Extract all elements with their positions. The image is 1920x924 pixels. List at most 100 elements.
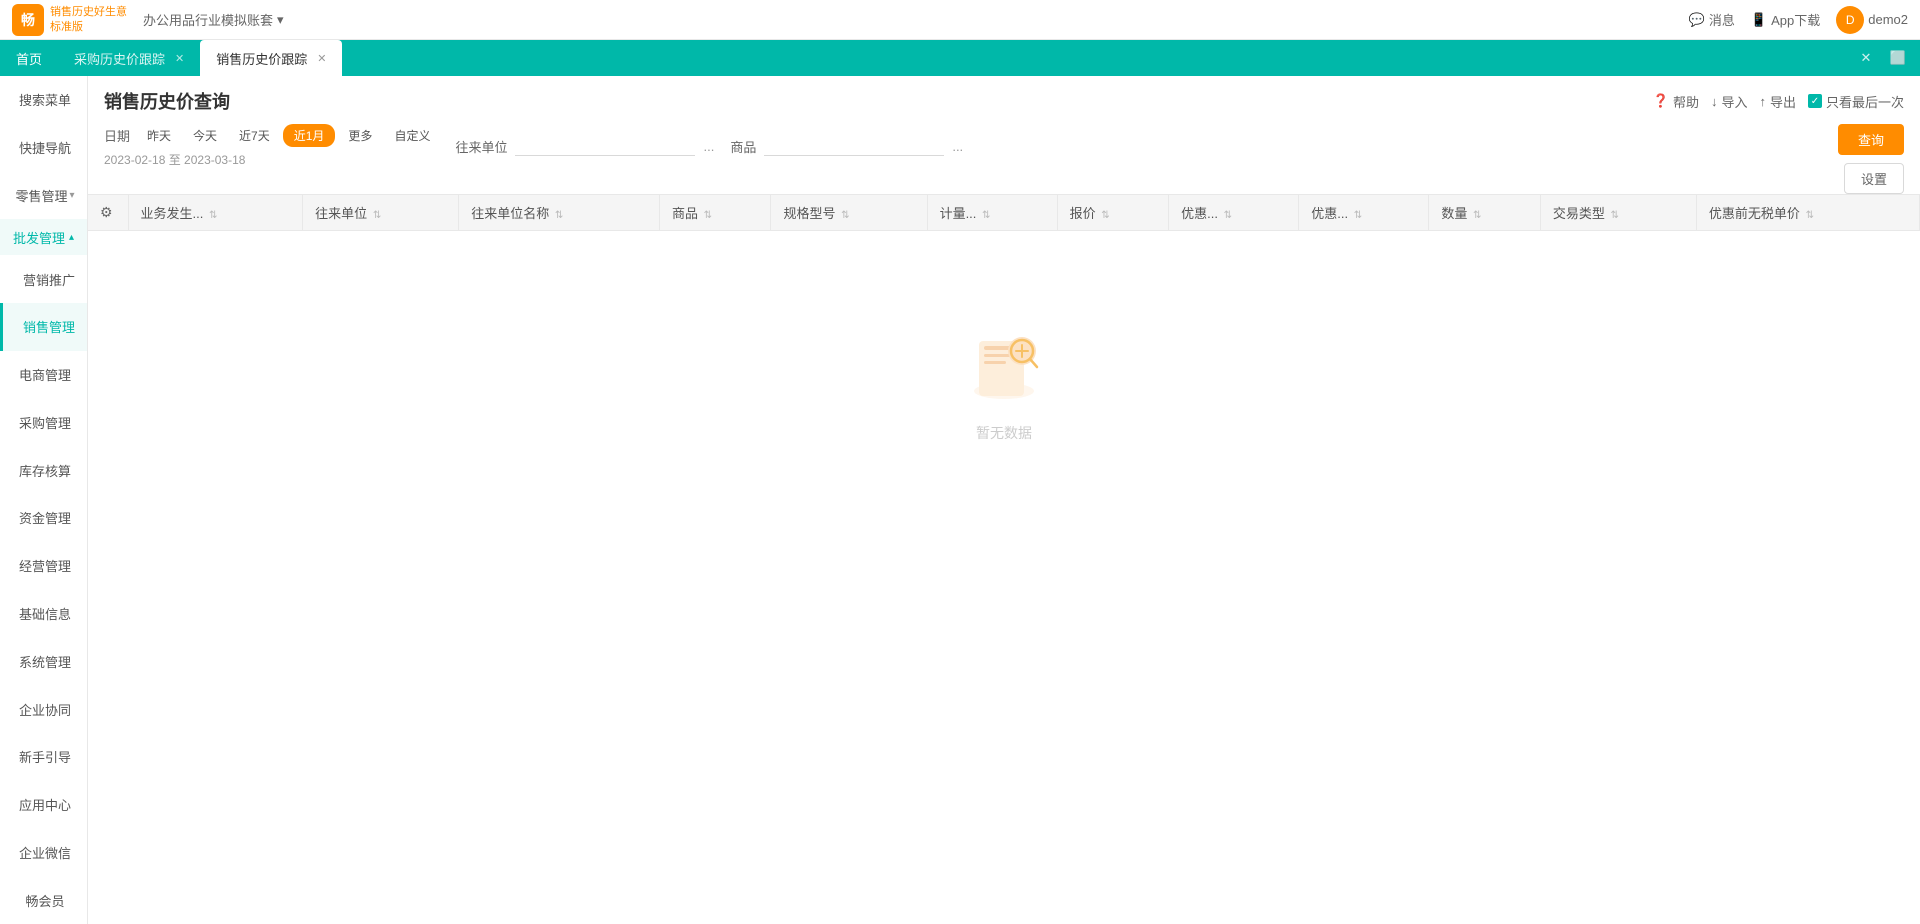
date-btn-custom[interactable]: 自定义 <box>385 124 439 147</box>
th-unit: 计量... ⇅ <box>927 195 1057 231</box>
top-bar-left: 畅 销售历史好生意 标准版 办公用品行业模拟账套 ▾ <box>12 4 292 36</box>
tab-sales[interactable]: 销售历史价跟踪 ✕ <box>200 40 342 76</box>
avatar: D <box>1836 6 1864 34</box>
partner-picker-btn[interactable]: ... <box>703 139 714 154</box>
sidebar-item-operations[interactable]: 经营管理 <box>0 542 87 590</box>
tab-sales-close[interactable]: ✕ <box>317 52 326 65</box>
help-button[interactable]: ❓ 帮助 <box>1653 92 1699 111</box>
only-last-checkbox[interactable]: ✓ 只看最后一次 <box>1808 92 1904 111</box>
data-table: ⚙ 业务发生... ⇅ 往来单位 ⇅ 往来单位名称 ⇅ <box>88 195 1920 231</box>
logo-text: 销售历史好生意 标准版 <box>50 5 127 34</box>
th-partner-code: 往来单位 ⇅ <box>303 195 459 231</box>
content-area: 销售历史价查询 ❓ 帮助 ↓ 导入 ↑ 导出 <box>88 76 1920 924</box>
th-qty: 数量 ⇅ <box>1429 195 1541 231</box>
sort-icon[interactable]: ⇅ <box>209 210 217 221</box>
tab-home[interactable]: 首页 <box>0 40 58 76</box>
sort-icon[interactable]: ⇅ <box>555 210 563 221</box>
date-range-display: 2023-02-18 至 2023-03-18 <box>104 151 439 168</box>
chevron-down-icon: ▾ <box>277 12 284 28</box>
table-container: ⚙ 业务发生... ⇅ 往来单位 ⇅ 往来单位名称 ⇅ <box>88 195 1920 924</box>
export-button[interactable]: ↑ 导出 <box>1759 92 1796 111</box>
message-icon: 💬 <box>1689 12 1705 28</box>
sort-icon[interactable]: ⇅ <box>704 210 712 221</box>
goods-picker-btn[interactable]: ... <box>952 139 963 154</box>
date-btn-more[interactable]: 更多 <box>339 124 381 147</box>
sidebar-item-app-center[interactable]: 应用中心 <box>0 781 87 829</box>
sort-icon[interactable]: ⇅ <box>1224 210 1232 221</box>
sidebar-item-purchase-mgmt[interactable]: 采购管理 <box>0 399 87 447</box>
page-header: 销售历史价查询 ❓ 帮助 ↓ 导入 ↑ 导出 <box>88 76 1920 195</box>
tab-purchase-close[interactable]: ✕ <box>175 52 184 65</box>
sidebar-item-sys-mgmt[interactable]: 系统管理 <box>0 637 87 685</box>
sort-icon[interactable]: ⇅ <box>841 210 849 221</box>
goods-label: 商品 <box>730 137 756 156</box>
th-price: 报价 ⇅ <box>1057 195 1169 231</box>
page-title-row: 销售历史价查询 ❓ 帮助 ↓ 导入 ↑ 导出 <box>104 88 1904 114</box>
date-btn-7days[interactable]: 近7天 <box>230 124 279 147</box>
tab-maximize-button[interactable]: ⬜ <box>1884 44 1912 72</box>
tab-purchase[interactable]: 采购历史价跟踪 ✕ <box>58 40 200 76</box>
sidebar-item-quick-nav[interactable]: 快捷导航 <box>0 124 87 172</box>
page-actions: ❓ 帮助 ↓ 导入 ↑ 导出 ✓ 只看最后一 <box>1653 92 1904 111</box>
sort-icon[interactable]: ⇅ <box>373 210 381 221</box>
sidebar-item-finance[interactable]: 资金管理 <box>0 494 87 542</box>
date-btn-1month[interactable]: 近1月 <box>283 124 336 147</box>
message-button[interactable]: 💬 消息 <box>1689 10 1735 29</box>
logo-area: 畅 销售历史好生意 标准版 <box>12 4 127 36</box>
sidebar-item-guide[interactable]: 新手引导 <box>0 733 87 781</box>
app-download-button[interactable]: 📱 App下载 <box>1751 10 1820 29</box>
sidebar-item-member[interactable]: 畅会员 <box>0 876 87 924</box>
empty-illustration <box>954 311 1054 411</box>
page-title: 销售历史价查询 <box>104 88 230 114</box>
chevron-up-icon: ▴ <box>69 232 74 243</box>
th-partner-name: 往来单位名称 ⇅ <box>459 195 660 231</box>
empty-text: 暂无数据 <box>976 423 1032 443</box>
sort-icon[interactable]: ⇅ <box>1354 210 1362 221</box>
partner-label: 往来单位 <box>455 137 507 156</box>
export-icon: ↑ <box>1759 94 1766 109</box>
tab-close-all-button[interactable]: ✕ <box>1852 44 1880 72</box>
settings-button[interactable]: 设置 <box>1844 163 1904 194</box>
sidebar-item-marketing[interactable]: 营销推广 <box>0 255 87 303</box>
search-button[interactable]: 查询 <box>1838 124 1904 155</box>
filter-left: 日期 昨天 今天 近7天 近1月 更多 自定义 2023-02-18 至 202… <box>104 124 1822 168</box>
sidebar-item-enterprise-wx[interactable]: 企业微信 <box>0 829 87 877</box>
top-bar: 畅 销售历史好生意 标准版 办公用品行业模拟账套 ▾ 💬 消息 📱 App下载 … <box>0 0 1920 40</box>
filter-section: 日期 昨天 今天 近7天 近1月 更多 自定义 2023-02-18 至 202… <box>104 124 1904 194</box>
goods-filter: 商品 ... <box>730 136 963 156</box>
goods-input[interactable] <box>764 136 944 156</box>
sidebar-item-basic-info[interactable]: 基础信息 <box>0 590 87 638</box>
partner-input[interactable] <box>515 136 695 156</box>
date-btn-yesterday[interactable]: 昨天 <box>138 124 180 147</box>
partner-filter: 往来单位 ... <box>455 136 714 156</box>
sort-icon[interactable]: ⇅ <box>1806 210 1814 221</box>
sidebar-item-retail-mgmt[interactable]: 零售管理 ▾ <box>0 172 87 220</box>
app-selector[interactable]: 办公用品行业模拟账套 ▾ <box>135 6 292 33</box>
sidebar-item-search-menu[interactable]: 搜索菜单 <box>0 76 87 124</box>
date-btn-today[interactable]: 今天 <box>184 124 226 147</box>
sidebar-item-sales-mgmt[interactable]: 销售管理 <box>0 303 87 351</box>
sort-icon[interactable]: ⇅ <box>982 210 990 221</box>
empty-state: 暂无数据 <box>88 231 1920 523</box>
sidebar-group-wholesale[interactable]: 批发管理 ▴ <box>0 219 87 255</box>
main-layout: 搜索菜单 快捷导航 零售管理 ▾ 批发管理 ▴ 营销推广 销售管理 电商管理 采… <box>0 76 1920 924</box>
sort-icon[interactable]: ⇅ <box>1610 210 1618 221</box>
sort-icon[interactable]: ⇅ <box>1473 210 1481 221</box>
sort-icon[interactable]: ⇅ <box>1101 210 1109 221</box>
sidebar-item-enterprise[interactable]: 企业协同 <box>0 685 87 733</box>
download-icon: 📱 <box>1751 12 1767 28</box>
th-discount2: 优惠... ⇅ <box>1299 195 1429 231</box>
th-trade-type: 交易类型 ⇅ <box>1540 195 1696 231</box>
sidebar-item-inventory[interactable]: 库存核算 <box>0 446 87 494</box>
sidebar-item-ecommerce[interactable]: 电商管理 <box>0 351 87 399</box>
date-label: 日期 <box>104 126 130 145</box>
chevron-down-icon: ▾ <box>69 190 74 201</box>
user-menu[interactable]: D demo2 <box>1836 6 1908 34</box>
th-biz-date: 业务发生... ⇅ <box>128 195 303 231</box>
gear-icon[interactable]: ⚙ <box>100 204 113 220</box>
import-icon: ↓ <box>1711 94 1718 109</box>
action-buttons: 查询 设置 <box>1838 124 1904 194</box>
import-button[interactable]: ↓ 导入 <box>1711 92 1748 111</box>
top-bar-right: 💬 消息 📱 App下载 D demo2 <box>1689 6 1908 34</box>
th-settings[interactable]: ⚙ <box>88 195 128 231</box>
